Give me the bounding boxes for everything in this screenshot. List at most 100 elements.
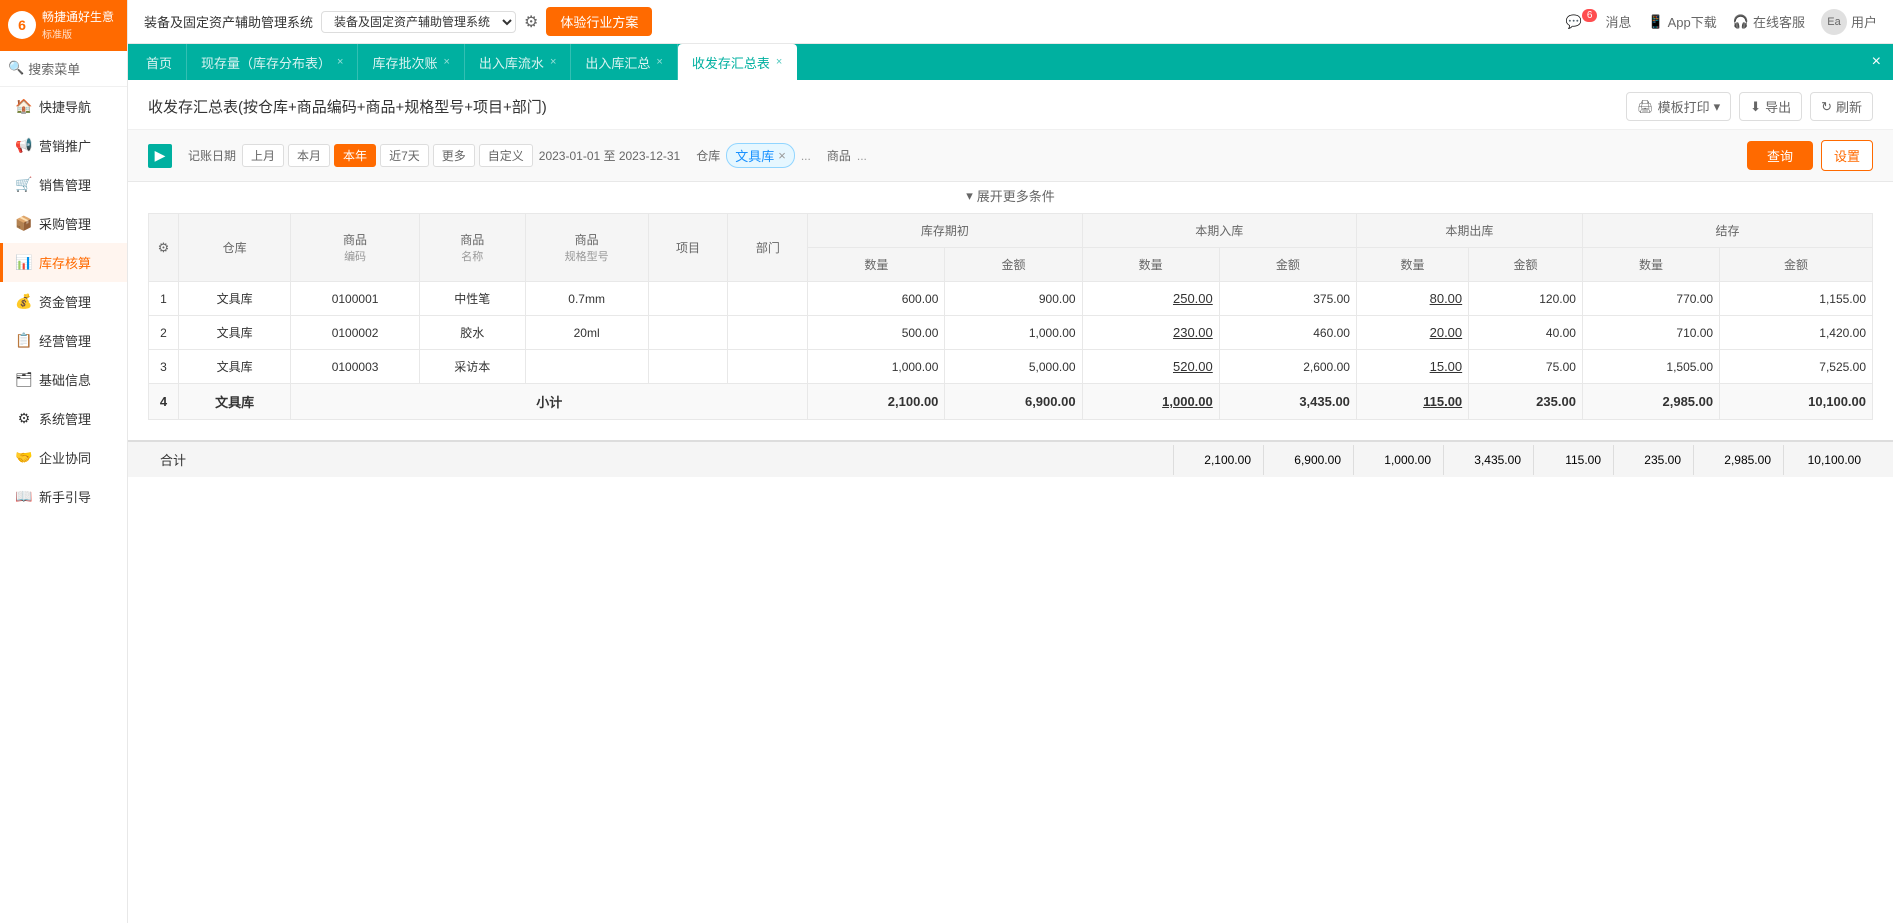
messages-item[interactable]: 💬 6 消息: [1566, 12, 1632, 31]
row3-out-qty[interactable]: 15.00: [1356, 350, 1468, 384]
sidebar-item-inventory[interactable]: 📊 库存核算: [0, 243, 127, 282]
app-download-label: App下载: [1668, 12, 1717, 31]
export-button[interactable]: ⬇ 导出: [1739, 92, 1802, 121]
sales-icon: 🛒: [15, 176, 33, 193]
app-download-item[interactable]: 📱 App下载: [1647, 12, 1716, 31]
marketing-icon: 📢: [15, 137, 33, 154]
filter-expand-button[interactable]: ▶: [148, 144, 172, 168]
trial-btn[interactable]: 体验行业方案: [546, 7, 652, 36]
tab-inout-flow-close[interactable]: ×: [550, 56, 556, 68]
row2-balance-amt: 1,420.00: [1720, 316, 1873, 350]
tab-home[interactable]: 首页: [132, 44, 187, 80]
search-menu[interactable]: 🔍 搜索菜单: [0, 51, 127, 87]
sidebar-item-operations[interactable]: 📋 经营管理: [0, 321, 127, 360]
th-in-qty: 数量: [1082, 248, 1219, 282]
date-btn-7days[interactable]: 近7天: [380, 144, 429, 167]
th-in: 本期入库: [1082, 214, 1356, 248]
sidebar-item-quick-nav[interactable]: 🏠 快捷导航: [0, 87, 127, 126]
enterprise-icon: 🤝: [15, 449, 33, 466]
th-code: 商品编码: [291, 214, 420, 282]
data-table: ⚙ 仓库 商品编码 商品名称 商品规格型号 项目 部门 库存期初 本期入库 本期…: [148, 213, 1873, 420]
sidebar-item-basic[interactable]: 🗂 基础信息: [0, 360, 127, 399]
row1-out-qty[interactable]: 80.00: [1356, 282, 1468, 316]
sidebar-item-finance[interactable]: 💰 资金管理: [0, 282, 127, 321]
th-out-qty: 数量: [1356, 248, 1468, 282]
print-button[interactable]: 🖨 模板打印 ▾: [1626, 92, 1731, 121]
date-btn-last-month[interactable]: 上月: [242, 144, 284, 167]
settings-gear-icon[interactable]: ⚙: [524, 12, 538, 32]
home-icon: 🏠: [15, 98, 33, 115]
warehouse-filter-label: 仓库: [696, 147, 720, 164]
tab-inout-summary[interactable]: 出入库汇总 ×: [571, 44, 677, 80]
row1-in-qty[interactable]: 250.00: [1082, 282, 1219, 316]
row3-in-amt: 2,600.00: [1219, 350, 1356, 384]
sidebar-item-enterprise[interactable]: 🤝 企业协同: [0, 438, 127, 477]
date-btn-custom[interactable]: 自定义: [479, 144, 533, 167]
total-out-amt: 235.00: [1613, 445, 1693, 475]
close-all-tabs[interactable]: ×: [1864, 53, 1889, 71]
system-select[interactable]: 装备及固定资产辅助管理系统: [321, 11, 516, 33]
refresh-icon: ↻: [1821, 99, 1832, 115]
row2-dept: [728, 316, 808, 350]
page-title: 收发存汇总表(按仓库+商品编码+商品+规格型号+项目+部门): [148, 96, 547, 117]
logo-badge: 标准版: [42, 26, 114, 41]
subtotal-in-qty[interactable]: 1,000.00: [1082, 384, 1219, 420]
tab-inout-flow[interactable]: 出入库流水 ×: [465, 44, 571, 80]
warehouse-more-btn[interactable]: ...: [801, 149, 811, 163]
th-balance-amt: 金额: [1720, 248, 1873, 282]
th-settings[interactable]: ⚙: [149, 214, 179, 282]
row1-code: 0100001: [291, 282, 420, 316]
sidebar-label-system: 系统管理: [39, 409, 91, 428]
tab-batch[interactable]: 库存批次账 ×: [358, 44, 464, 80]
column-settings-icon[interactable]: ⚙: [158, 240, 170, 255]
date-btn-this-year[interactable]: 本年: [334, 144, 376, 167]
tab-stock-dist[interactable]: 现存量（库存分布表） ×: [187, 44, 358, 80]
headset-icon: 🎧: [1733, 14, 1749, 30]
total-opening-amt: 6,900.00: [1263, 445, 1353, 475]
sidebar-item-guide[interactable]: 📖 新手引导: [0, 477, 127, 516]
sidebar-item-purchase[interactable]: 📦 采购管理: [0, 204, 127, 243]
sidebar-item-marketing[interactable]: 📢 营销推广: [0, 126, 127, 165]
row2-in-amt: 460.00: [1219, 316, 1356, 350]
tab-receipt-summary-close[interactable]: ×: [776, 56, 782, 68]
tab-receipt-summary[interactable]: 收发存汇总表 ×: [678, 44, 797, 80]
warehouse-tag-close-icon[interactable]: ×: [778, 148, 786, 163]
date-btn-more[interactable]: 更多: [433, 144, 475, 167]
user-label: 用户: [1851, 12, 1877, 31]
row2-name: 胶水: [419, 316, 525, 350]
th-out-amt: 金额: [1469, 248, 1583, 282]
tab-stock-dist-close[interactable]: ×: [337, 56, 343, 68]
expand-more-button[interactable]: ▾ 展开更多条件: [966, 186, 1055, 205]
user-item[interactable]: Ea 用户: [1821, 9, 1877, 35]
row1-warehouse: 文具库: [179, 282, 291, 316]
refresh-button[interactable]: ↻ 刷新: [1810, 92, 1873, 121]
topbar: 装备及固定资产辅助管理系统 装备及固定资产辅助管理系统 ⚙ 体验行业方案 💬 6…: [128, 0, 1893, 44]
subtotal-out-qty[interactable]: 115.00: [1356, 384, 1468, 420]
goods-filter-label: 商品: [827, 147, 851, 164]
tab-inout-summary-close[interactable]: ×: [656, 56, 662, 68]
row2-in-qty[interactable]: 230.00: [1082, 316, 1219, 350]
query-button[interactable]: 查询: [1747, 141, 1813, 170]
sidebar-item-system[interactable]: ⚙ 系统管理: [0, 399, 127, 438]
online-service-item[interactable]: 🎧 在线客服: [1733, 12, 1805, 31]
row1-seq: 1: [149, 282, 179, 316]
warehouse-tag-text: 文具库: [735, 146, 774, 165]
row2-out-qty[interactable]: 20.00: [1356, 316, 1468, 350]
row2-code: 0100002: [291, 316, 420, 350]
row3-in-qty[interactable]: 520.00: [1082, 350, 1219, 384]
sidebar-label-enterprise: 企业协同: [39, 448, 91, 467]
th-in-amt: 金额: [1219, 248, 1356, 282]
sidebar-label-basic: 基础信息: [39, 370, 91, 389]
system-icon: ⚙: [15, 410, 33, 427]
th-opening: 库存期初: [808, 214, 1082, 248]
goods-more-btn[interactable]: ...: [857, 149, 867, 163]
settings-link-button[interactable]: 设置: [1821, 140, 1873, 171]
sidebar-item-sales[interactable]: 🛒 销售管理: [0, 165, 127, 204]
refresh-label: 刷新: [1836, 97, 1862, 116]
message-label: 消息: [1605, 12, 1631, 31]
tab-batch-close[interactable]: ×: [443, 56, 449, 68]
tab-inout-flow-label: 出入库流水: [479, 53, 544, 72]
date-btn-this-month[interactable]: 本月: [288, 144, 330, 167]
message-badge: 6: [1582, 9, 1598, 22]
phone-icon: 📱: [1647, 14, 1663, 30]
